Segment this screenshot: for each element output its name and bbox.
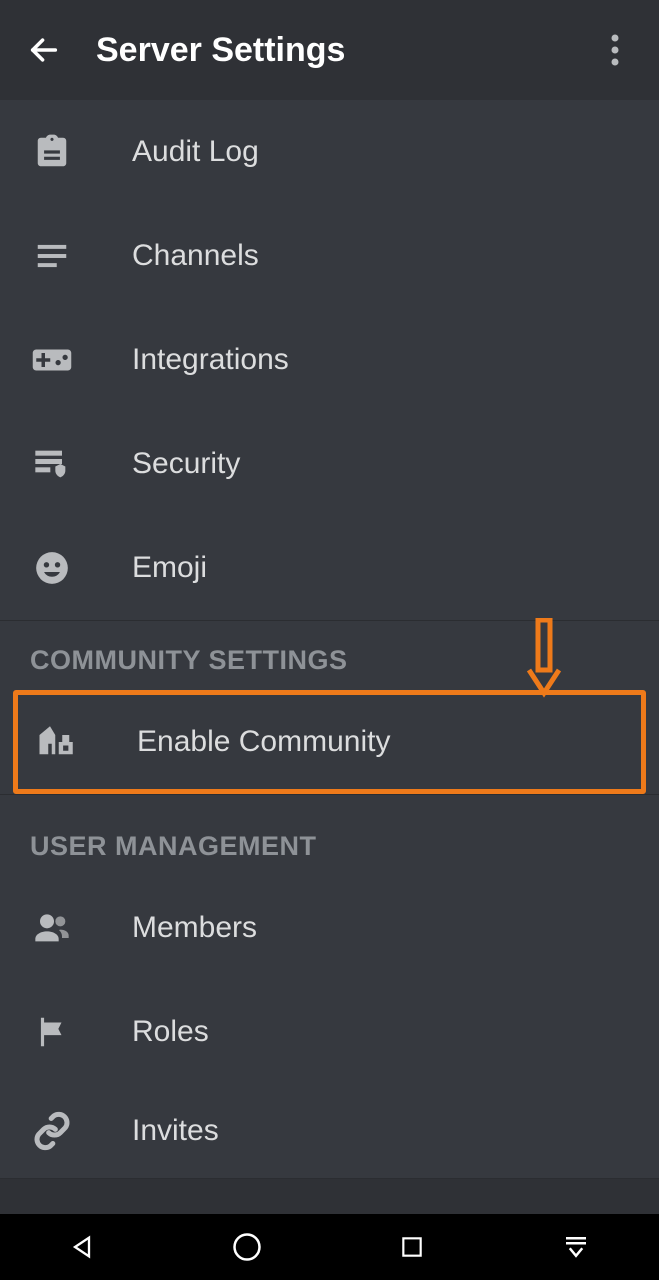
nav-back-button[interactable] (68, 1233, 96, 1261)
emoji-icon (30, 546, 74, 590)
user-management-section: USER MANAGEMENT Members Roles Invites (0, 795, 659, 1179)
menu-item-audit-log[interactable]: Audit Log (0, 100, 659, 204)
more-button[interactable] (595, 30, 635, 70)
circle-home-icon (232, 1232, 262, 1262)
nav-recent-button[interactable] (399, 1234, 425, 1260)
square-recent-icon (399, 1234, 425, 1260)
community-icon (35, 720, 79, 764)
section-header-user-management: USER MANAGEMENT (0, 807, 659, 876)
members-icon (30, 906, 74, 950)
annotation-arrow (524, 618, 564, 698)
page-title: Server Settings (96, 31, 345, 70)
menu-item-label: Audit Log (132, 135, 259, 169)
arrow-down-icon (524, 618, 564, 698)
menu-item-members[interactable]: Members (0, 876, 659, 980)
menu-item-label: Enable Community (137, 725, 390, 759)
shield-icon (30, 442, 74, 486)
menu-item-invites[interactable]: Invites (0, 1084, 659, 1178)
link-icon (30, 1109, 74, 1153)
arrow-left-icon (27, 33, 61, 67)
menu-item-label: Emoji (132, 551, 207, 585)
nav-drawer-button[interactable] (561, 1232, 591, 1262)
gamepad-icon (30, 338, 74, 382)
nav-home-button[interactable] (232, 1232, 262, 1262)
main-section: Audit Log Channels Integrations Security… (0, 100, 659, 621)
triangle-back-icon (68, 1233, 96, 1261)
flag-icon (30, 1010, 74, 1054)
android-nav-bar (0, 1214, 659, 1280)
channels-icon (30, 234, 74, 278)
menu-item-label: Roles (132, 1015, 209, 1049)
menu-item-security[interactable]: Security (0, 412, 659, 516)
menu-item-channels[interactable]: Channels (0, 204, 659, 308)
menu-item-emoji[interactable]: Emoji (0, 516, 659, 620)
clipboard-icon (30, 130, 74, 174)
menu-item-roles[interactable]: Roles (0, 980, 659, 1084)
menu-item-label: Invites (132, 1114, 219, 1148)
menu-item-enable-community[interactable]: Enable Community (13, 690, 646, 794)
top-bar: Server Settings (0, 0, 659, 100)
menu-item-label: Integrations (132, 343, 289, 377)
menu-item-label: Members (132, 911, 257, 945)
menu-item-integrations[interactable]: Integrations (0, 308, 659, 412)
menu-item-label: Security (132, 447, 240, 481)
more-vertical-icon (611, 34, 619, 66)
drawer-down-icon (561, 1232, 591, 1262)
menu-item-label: Channels (132, 239, 259, 273)
back-button[interactable] (24, 30, 64, 70)
